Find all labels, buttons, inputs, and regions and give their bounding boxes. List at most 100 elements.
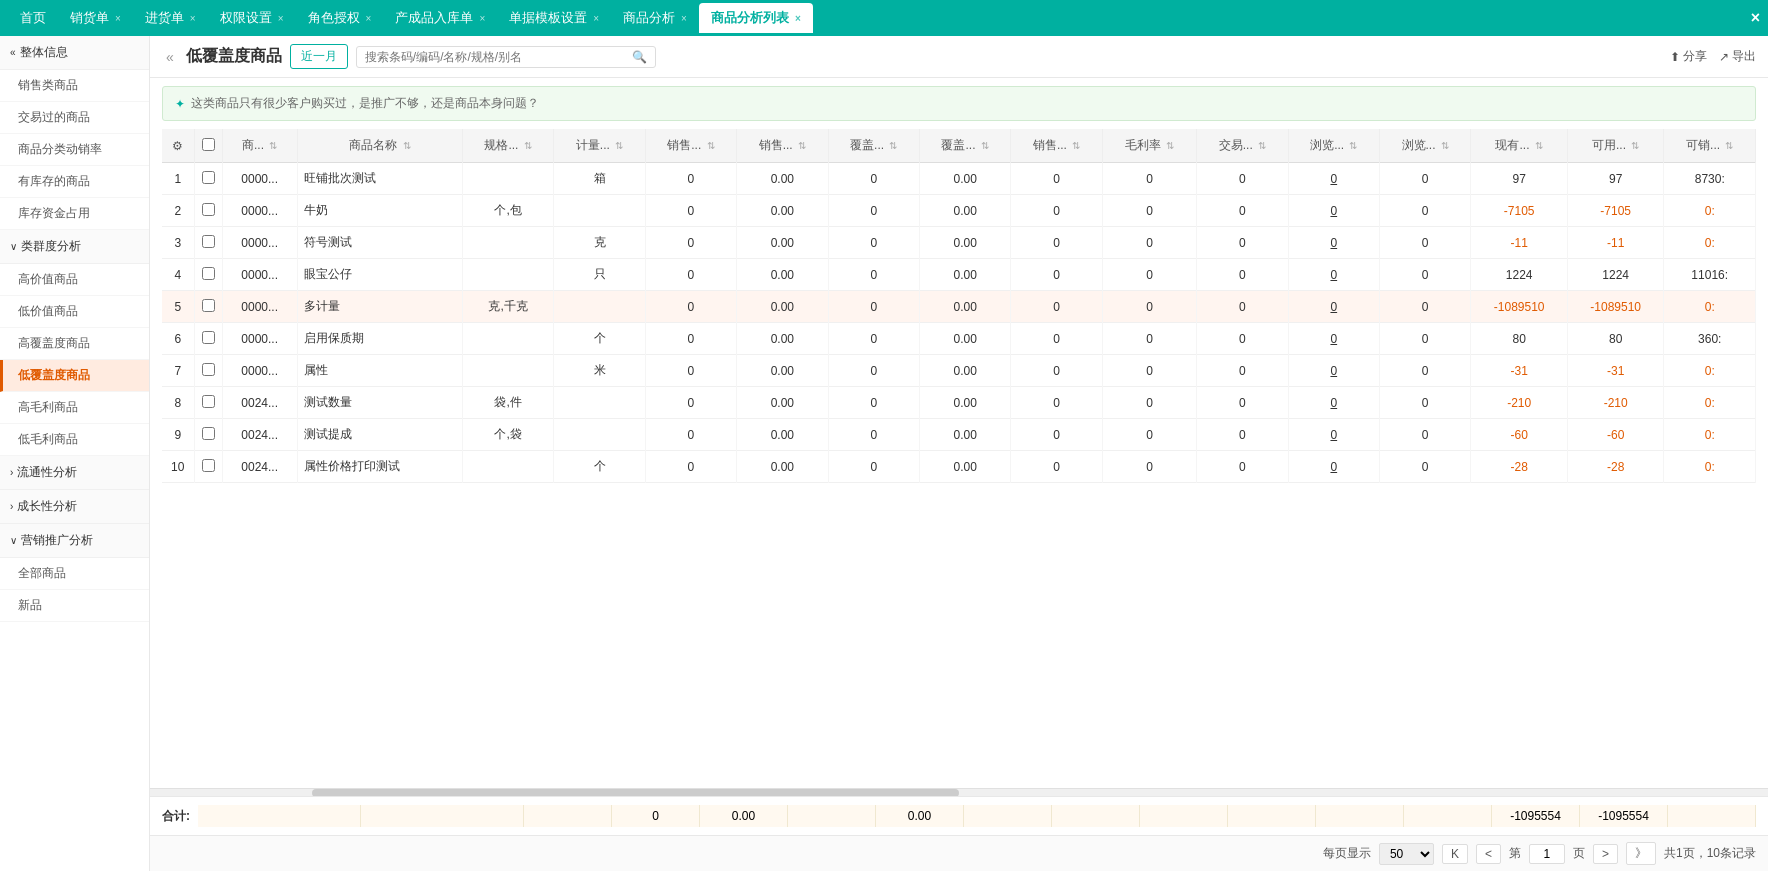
close-icon[interactable]: × — [278, 13, 284, 24]
close-icon[interactable]: × — [681, 13, 687, 24]
page-input[interactable] — [1529, 844, 1565, 864]
close-icon[interactable]: × — [479, 13, 485, 24]
close-icon[interactable]: × — [190, 13, 196, 24]
sidebar-item-capital[interactable]: 库存资金占用 — [0, 198, 149, 230]
td-browse1[interactable]: 0 — [1288, 387, 1379, 419]
nav-tab-template[interactable]: 单据模板设置 × — [497, 3, 611, 33]
sidebar-section-marketing[interactable]: ∨ 营销推广分析 — [0, 524, 149, 558]
share-button[interactable]: ⬆ 分享 — [1670, 48, 1707, 65]
td-unit — [554, 387, 645, 419]
td-browse1[interactable]: 0 — [1288, 163, 1379, 195]
nav-tab-home[interactable]: 首页 — [8, 3, 58, 33]
row-checkbox[interactable] — [202, 171, 215, 184]
sidebar-item-new-goods[interactable]: 新品 — [0, 590, 149, 622]
last-page-button[interactable]: 》 — [1626, 842, 1656, 865]
row-checkbox[interactable] — [202, 235, 215, 248]
td-browse2: 0 — [1380, 323, 1471, 355]
td-checkbox[interactable] — [194, 259, 222, 291]
page-size-select[interactable]: 20 50 100 — [1379, 843, 1434, 865]
td-checkbox[interactable] — [194, 163, 222, 195]
sidebar-section-cluster[interactable]: ∨ 类群度分析 — [0, 230, 149, 264]
info-icon: ✦ — [175, 97, 185, 111]
sidebar-item-high-value[interactable]: 高价值商品 — [0, 264, 149, 296]
sidebar-item-high-coverage[interactable]: 高覆盖度商品 — [0, 328, 149, 360]
nav-tab-analysis-list[interactable]: 商品分析列表 × — [699, 3, 813, 33]
td-browse1[interactable]: 0 — [1288, 259, 1379, 291]
row-checkbox[interactable] — [202, 331, 215, 344]
nav-tab-warehouse[interactable]: 产成品入库单 × — [383, 3, 497, 33]
td-browse1[interactable]: 0 — [1288, 291, 1379, 323]
td-saleable: 0: — [1664, 451, 1756, 483]
export-button[interactable]: ↗ 导出 — [1719, 48, 1756, 65]
td-sales1: 0 — [645, 355, 736, 387]
close-all-button[interactable]: × — [1751, 9, 1760, 27]
nav-tab-purchase[interactable]: 进货单 × — [133, 3, 208, 33]
sidebar-item-all-goods[interactable]: 全部商品 — [0, 558, 149, 590]
row-checkbox[interactable] — [202, 363, 215, 376]
close-icon[interactable]: × — [115, 13, 121, 24]
td-browse2: 0 — [1380, 419, 1471, 451]
td-browse1[interactable]: 0 — [1288, 451, 1379, 483]
close-icon[interactable]: × — [593, 13, 599, 24]
row-checkbox[interactable] — [202, 299, 215, 312]
select-all-checkbox[interactable] — [202, 138, 215, 151]
td-checkbox[interactable] — [194, 419, 222, 451]
nav-tab-sales[interactable]: 销货单 × — [58, 3, 133, 33]
row-checkbox[interactable] — [202, 427, 215, 440]
search-input[interactable] — [365, 50, 628, 64]
td-browse1[interactable]: 0 — [1288, 195, 1379, 227]
close-icon[interactable]: × — [795, 13, 801, 24]
nav-tab-role[interactable]: 角色授权 × — [296, 3, 384, 33]
td-checkbox[interactable] — [194, 387, 222, 419]
sidebar-item-high-margin[interactable]: 高毛利商品 — [0, 392, 149, 424]
table-row: 10 0024... 属性价格打印测试 个 0 0.00 0 0.00 0 0 … — [162, 451, 1756, 483]
td-checkbox[interactable] — [194, 227, 222, 259]
td-checkbox[interactable] — [194, 451, 222, 483]
sidebar-section-overall[interactable]: « 整体信息 — [0, 36, 149, 70]
prev-page-button[interactable]: < — [1476, 844, 1501, 864]
td-code: 0000... — [222, 355, 297, 387]
sidebar-item-in-stock[interactable]: 有库存的商品 — [0, 166, 149, 198]
td-browse1[interactable]: 0 — [1288, 419, 1379, 451]
td-saleable: 360: — [1664, 323, 1756, 355]
sum-cell-empty9 — [1316, 805, 1404, 827]
col-settings[interactable]: ⚙ — [162, 129, 194, 163]
time-filter-button[interactable]: 近一月 — [290, 44, 348, 69]
td-available: -7105 — [1567, 195, 1664, 227]
td-browse1[interactable]: 0 — [1288, 227, 1379, 259]
sidebar-item-low-value[interactable]: 低价值商品 — [0, 296, 149, 328]
first-page-button[interactable]: K — [1442, 844, 1468, 864]
nav-tab-permission[interactable]: 权限设置 × — [208, 3, 296, 33]
td-checkbox[interactable] — [194, 195, 222, 227]
sidebar-collapse-button[interactable]: « — [162, 47, 178, 67]
col-checkbox-header[interactable] — [194, 129, 222, 163]
row-checkbox[interactable] — [202, 267, 215, 280]
sidebar-section-circulation[interactable]: › 流通性分析 — [0, 456, 149, 490]
td-num: 1 — [162, 163, 194, 195]
td-checkbox[interactable] — [194, 355, 222, 387]
sidebar-item-low-coverage[interactable]: 低覆盖度商品 — [0, 360, 149, 392]
td-checkbox[interactable] — [194, 291, 222, 323]
horizontal-scrollbar[interactable] — [150, 788, 1768, 796]
row-checkbox[interactable] — [202, 459, 215, 472]
td-code: 0024... — [222, 451, 297, 483]
sidebar-item-sales-goods[interactable]: 销售类商品 — [0, 70, 149, 102]
td-name: 眼宝公仔 — [297, 259, 462, 291]
sidebar-section-growth[interactable]: › 成长性分析 — [0, 490, 149, 524]
td-num: 6 — [162, 323, 194, 355]
td-browse1[interactable]: 0 — [1288, 355, 1379, 387]
td-saleable: 0: — [1664, 387, 1756, 419]
td-saleable: 0: — [1664, 195, 1756, 227]
next-page-button[interactable]: > — [1593, 844, 1618, 864]
sidebar-item-traded-goods[interactable]: 交易过的商品 — [0, 102, 149, 134]
row-checkbox[interactable] — [202, 203, 215, 216]
close-icon[interactable]: × — [366, 13, 372, 24]
nav-tab-analysis[interactable]: 商品分析 × — [611, 3, 699, 33]
td-sales2: 0.00 — [737, 227, 828, 259]
row-checkbox[interactable] — [202, 395, 215, 408]
sidebar-item-low-margin[interactable]: 低毛利商品 — [0, 424, 149, 456]
sidebar-item-category-rate[interactable]: 商品分类动销率 — [0, 134, 149, 166]
td-browse1[interactable]: 0 — [1288, 323, 1379, 355]
td-checkbox[interactable] — [194, 323, 222, 355]
search-icon[interactable]: 🔍 — [632, 50, 647, 64]
